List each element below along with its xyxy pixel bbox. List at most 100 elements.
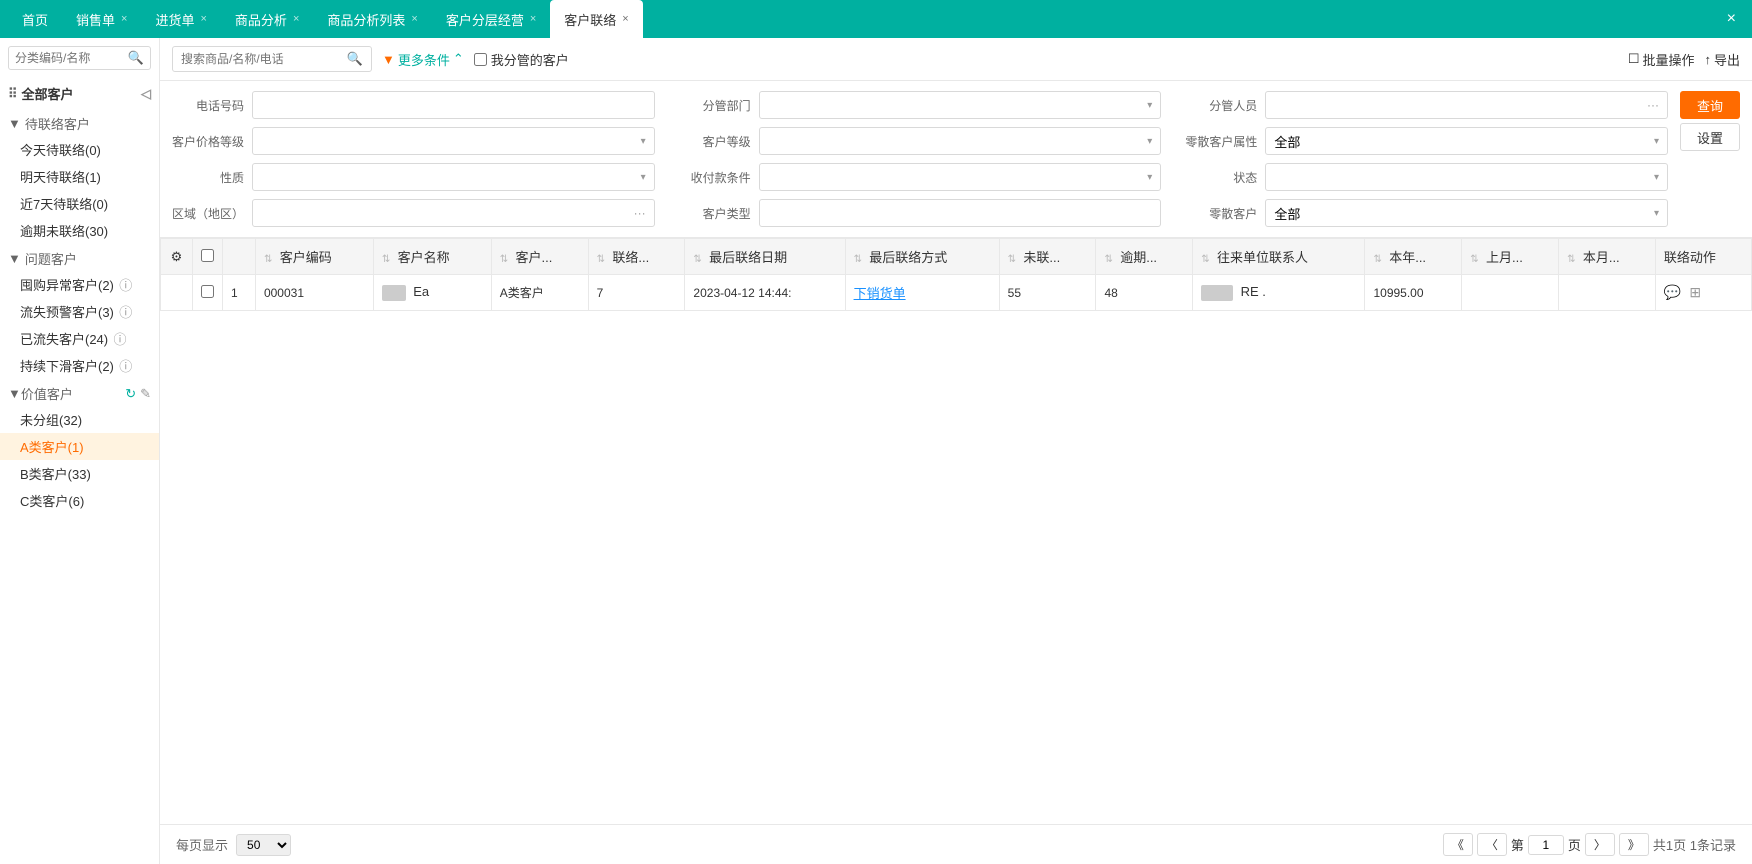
more-filters-button[interactable]: ▼ 更多条件 ⌃ [382,50,464,69]
sidebar-item-class-a[interactable]: A类客户(1) [0,433,159,460]
settings-button[interactable]: 设置 [1680,123,1740,151]
price-level-select[interactable]: ▾ [252,127,655,155]
th-contact-count[interactable]: ⇅ 联络... [588,239,685,275]
dept-select[interactable]: ▾ [759,91,1162,119]
phone-input[interactable] [252,91,655,119]
nav-tab-analysis-list[interactable]: 商品分析列表 × [313,0,431,38]
filter-field-payment: 收付款条件 ▾ [679,163,1162,191]
th-settings[interactable]: ⚙ [161,239,193,275]
th-index [223,239,256,275]
nav-tab-sales[interactable]: 销售单 × [62,0,141,38]
row-checkbox[interactable] [201,285,214,298]
close-tab-analysis-list-icon[interactable]: × [411,13,417,25]
value-refresh-icon[interactable]: ↻ [125,386,136,402]
qr-action-icon[interactable]: ⊞ [1689,284,1701,301]
page-number-input[interactable] [1528,835,1564,855]
data-table-container: ⚙ ⇅ 客户编码 ⇅ 客户名称 [160,238,1752,824]
sidebar-item-declining[interactable]: 持续下滑客户(2) ⓘ [0,352,159,379]
close-tab-purchase-icon[interactable]: × [200,13,206,25]
customer-level-select[interactable]: ▾ [759,127,1162,155]
next-page-button[interactable]: 〉 [1585,833,1615,856]
churn-warning-info-icon: ⓘ [119,305,132,320]
close-tab-customer-tier-icon[interactable]: × [530,13,536,25]
sidebar-item-churn-warning[interactable]: 流失预警客户(3) ⓘ [0,298,159,325]
per-page-select[interactable]: 50 100 200 [236,834,291,856]
filter-field-person: 分管人员 ··· [1185,91,1668,119]
sidebar-item-class-c[interactable]: C类客户(6) [0,487,159,514]
nav-tab-purchase[interactable]: 进货单 × [141,0,220,38]
person-select[interactable]: ··· [1265,91,1668,119]
close-tab-customer-contact-icon[interactable]: × [622,13,628,25]
td-checkbox[interactable] [193,275,223,311]
sidebar-item-today[interactable]: 今天待联络(0) [0,136,159,163]
table-settings-icon[interactable]: ⚙ [171,249,183,264]
scattered-attr-select[interactable]: 全部 ▾ [1265,127,1668,155]
first-page-button[interactable]: 《 [1443,833,1473,856]
close-tab-sales-icon[interactable]: × [121,13,127,25]
last-contact-way-link[interactable]: 下销货单 [854,286,906,301]
td-last-contact-way[interactable]: 下销货单 [845,275,999,311]
close-all-button[interactable]: × [1719,10,1744,28]
sidebar-item-class-b[interactable]: B类客户(33) [0,460,159,487]
th-code[interactable]: ⇅ 客户编码 [255,239,373,275]
customer-type-select[interactable] [759,199,1162,227]
name-avatar [382,285,406,301]
td-name: Ea [373,275,491,311]
contact-sort-icon: ⇅ [597,254,605,265]
nav-tab-customer-contact[interactable]: 客户联络 × [550,0,642,38]
nav-tab-customer-tier[interactable]: 客户分层经营 × [432,0,550,38]
th-last-contact-date[interactable]: ⇅ 最后联络日期 [685,239,845,275]
filter-field-status: 状态 ▾ [1185,163,1668,191]
status-select[interactable]: ▾ [1265,163,1668,191]
phone-label: 电话号码 [172,97,252,114]
my-customers-checkbox[interactable]: 我分管的客户 [474,50,569,69]
sidebar-search[interactable]: 🔍 [8,46,151,70]
th-uncontacted[interactable]: ⇅ 未联... [999,239,1096,275]
nav-home[interactable]: 首页 [8,0,62,38]
th-customer-type[interactable]: ⇅ 客户... [491,239,588,275]
th-last-contact-way[interactable]: ⇅ 最后联络方式 [845,239,999,275]
sidebar-collapse-icon[interactable]: ◁ [141,86,151,102]
my-customers-checkbox-input[interactable] [474,53,487,66]
sidebar-item-7days[interactable]: 近7天待联络(0) [0,190,159,217]
filter-field-customer-level: 客户等级 ▾ [679,127,1162,155]
sidebar-all-customers[interactable]: ⠿ 全部客户 ◁ [0,78,159,109]
sidebar-item-no-group[interactable]: 未分组(32) [0,406,159,433]
sidebar-item-churned[interactable]: 已流失客户(24) ⓘ [0,325,159,352]
page-of-label: 页 [1568,835,1581,854]
payment-chevron-icon: ▾ [1147,172,1152,183]
th-contacts[interactable]: ⇅ 往来单位联系人 [1193,239,1365,275]
region-select[interactable]: ··· [252,199,655,227]
chat-action-icon[interactable]: 💬 [1664,284,1681,301]
batch-op-button[interactable]: ☐ 批量操作 [1628,50,1695,69]
sidebar-section-value[interactable]: ▼ 价值客户 ↻ ✎ [0,379,159,406]
sidebar-item-hoarding[interactable]: 囤购异常客户(2) ⓘ [0,271,159,298]
export-button[interactable]: ↑ 导出 [1704,50,1740,69]
select-all-checkbox[interactable] [201,249,214,262]
sidebar-section-problem[interactable]: ▼ 问题客户 [0,244,159,271]
sidebar-item-overdue[interactable]: 逾期未联络(30) [0,217,159,244]
sidebar-section-pending[interactable]: ▼ 待联络客户 [0,109,159,136]
bottom-bar: 每页显示 50 100 200 《 〈 第 页 〉 》 共1页 1条记录 [160,824,1752,864]
query-button[interactable]: 查询 [1680,91,1740,119]
last-page-button[interactable]: 》 [1619,833,1649,856]
uncontacted-sort-icon: ⇅ [1008,254,1016,265]
th-this-year[interactable]: ⇅ 本年... [1365,239,1462,275]
th-this-month[interactable]: ⇅ 本月... [1559,239,1656,275]
value-edit-icon[interactable]: ✎ [140,386,151,402]
filter-search-input[interactable] [181,52,347,66]
sidebar-search-input[interactable] [15,51,128,65]
filter-search-box[interactable]: 🔍 [172,46,372,72]
nav-tab-analysis[interactable]: 商品分析 × [221,0,313,38]
th-checkbox[interactable] [193,239,223,275]
scattered-select[interactable]: 全部 ▾ [1265,199,1668,227]
sidebar-item-tomorrow[interactable]: 明天待联络(1) [0,163,159,190]
prev-page-button[interactable]: 〈 [1477,833,1507,856]
nature-select[interactable]: ▾ [252,163,655,191]
th-overdue[interactable]: ⇅ 逾期... [1096,239,1193,275]
payment-select[interactable]: ▾ [759,163,1162,191]
th-name[interactable]: ⇅ 客户名称 [373,239,491,275]
th-last-month[interactable]: ⇅ 上月... [1462,239,1559,275]
filter-field-nature: 性质 ▾ [172,163,655,191]
close-tab-analysis-icon[interactable]: × [293,13,299,25]
